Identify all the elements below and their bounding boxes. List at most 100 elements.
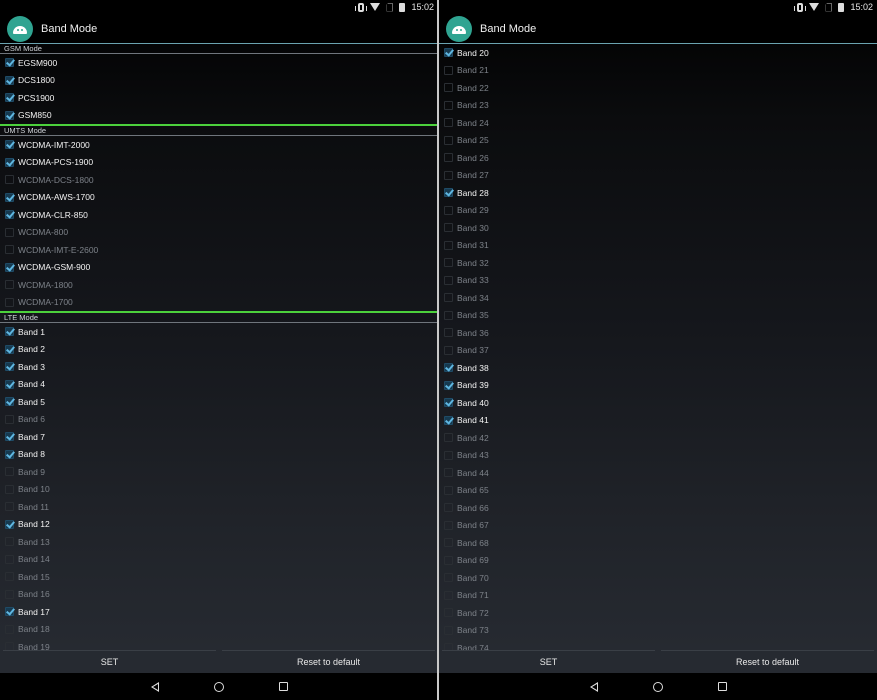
checkbox-unchecked-icon[interactable]: [444, 555, 453, 565]
band-checkbox-item[interactable]: Band 17: [0, 603, 438, 621]
checkbox-checked-icon[interactable]: [5, 449, 14, 459]
band-checkbox-item[interactable]: Band 69: [439, 552, 877, 570]
checkbox-unchecked-icon[interactable]: [444, 135, 453, 145]
recents-icon[interactable]: [278, 682, 288, 691]
checkbox-checked-icon[interactable]: [444, 363, 453, 373]
band-checkbox-item[interactable]: Band 35: [439, 307, 877, 325]
checkbox-unchecked-icon[interactable]: [5, 484, 14, 494]
band-checkbox-item[interactable]: GSM850: [0, 107, 438, 125]
checkbox-checked-icon[interactable]: [5, 110, 14, 120]
band-checkbox-item[interactable]: Band 43: [439, 447, 877, 465]
checkbox-checked-icon[interactable]: [5, 157, 14, 167]
band-checkbox-item[interactable]: Band 2: [0, 341, 438, 359]
band-checkbox-item[interactable]: WCDMA-800: [0, 224, 438, 242]
checkbox-checked-icon[interactable]: [444, 380, 453, 390]
band-checkbox-item[interactable]: Band 27: [439, 167, 877, 185]
band-checkbox-item[interactable]: Band 11: [0, 498, 438, 516]
checkbox-unchecked-icon[interactable]: [444, 100, 453, 110]
band-checkbox-item[interactable]: Band 42: [439, 429, 877, 447]
band-list[interactable]: GSM Mode EGSM900 DCS1800 PCS1900 GSM850 UMTS …: [0, 44, 438, 650]
band-checkbox-item[interactable]: Band 34: [439, 289, 877, 307]
checkbox-unchecked-icon[interactable]: [5, 554, 14, 564]
band-checkbox-item[interactable]: Band 7: [0, 428, 438, 446]
checkbox-unchecked-icon[interactable]: [444, 608, 453, 618]
home-icon[interactable]: [652, 681, 663, 692]
checkbox-unchecked-icon[interactable]: [444, 293, 453, 303]
checkbox-unchecked-icon[interactable]: [444, 520, 453, 530]
back-icon[interactable]: [589, 681, 598, 692]
checkbox-unchecked-icon[interactable]: [444, 118, 453, 128]
set-button[interactable]: SET: [3, 650, 216, 672]
band-checkbox-item[interactable]: WCDMA-PCS-1900: [0, 154, 438, 172]
band-checkbox-item[interactable]: WCDMA-CLR-850: [0, 206, 438, 224]
checkbox-unchecked-icon[interactable]: [444, 223, 453, 233]
reset-to-default-button[interactable]: Reset to default: [222, 650, 435, 672]
band-checkbox-item[interactable]: Band 10: [0, 481, 438, 499]
band-checkbox-item[interactable]: Band 33: [439, 272, 877, 290]
checkbox-unchecked-icon[interactable]: [444, 643, 453, 650]
checkbox-checked-icon[interactable]: [5, 344, 14, 354]
band-checkbox-item[interactable]: Band 73: [439, 622, 877, 640]
checkbox-unchecked-icon[interactable]: [5, 280, 14, 290]
band-checkbox-item[interactable]: Band 20: [439, 44, 877, 62]
checkbox-unchecked-icon[interactable]: [444, 485, 453, 495]
band-checkbox-item[interactable]: Band 13: [0, 533, 438, 551]
checkbox-unchecked-icon[interactable]: [444, 65, 453, 75]
band-checkbox-item[interactable]: Band 3: [0, 358, 438, 376]
band-checkbox-item[interactable]: Band 68: [439, 534, 877, 552]
checkbox-checked-icon[interactable]: [5, 140, 14, 150]
set-button[interactable]: SET: [442, 650, 655, 672]
checkbox-checked-icon[interactable]: [5, 397, 14, 407]
band-checkbox-item[interactable]: Band 74: [439, 639, 877, 650]
band-list[interactable]: Band 20 Band 21 Band 22 Band 23 Band 24 Band …: [439, 44, 877, 650]
checkbox-unchecked-icon[interactable]: [5, 297, 14, 307]
checkbox-unchecked-icon[interactable]: [444, 625, 453, 635]
band-checkbox-item[interactable]: Band 6: [0, 411, 438, 429]
checkbox-unchecked-icon[interactable]: [5, 245, 14, 255]
back-icon[interactable]: [150, 681, 159, 692]
band-checkbox-item[interactable]: WCDMA-1800: [0, 276, 438, 294]
checkbox-unchecked-icon[interactable]: [444, 450, 453, 460]
band-checkbox-item[interactable]: WCDMA-IMT-E-2600: [0, 241, 438, 259]
band-checkbox-item[interactable]: Band 31: [439, 237, 877, 255]
band-checkbox-item[interactable]: Band 1: [0, 323, 438, 341]
checkbox-checked-icon[interactable]: [5, 75, 14, 85]
band-checkbox-item[interactable]: Band 30: [439, 219, 877, 237]
checkbox-unchecked-icon[interactable]: [5, 502, 14, 512]
band-checkbox-item[interactable]: Band 22: [439, 79, 877, 97]
band-checkbox-item[interactable]: PCS1900: [0, 89, 438, 107]
checkbox-checked-icon[interactable]: [444, 415, 453, 425]
band-checkbox-item[interactable]: WCDMA-GSM-900: [0, 259, 438, 277]
band-checkbox-item[interactable]: Band 16: [0, 586, 438, 604]
band-checkbox-item[interactable]: Band 66: [439, 499, 877, 517]
checkbox-unchecked-icon[interactable]: [444, 205, 453, 215]
band-checkbox-item[interactable]: Band 5: [0, 393, 438, 411]
checkbox-unchecked-icon[interactable]: [5, 537, 14, 547]
checkbox-checked-icon[interactable]: [5, 432, 14, 442]
band-checkbox-item[interactable]: Band 23: [439, 97, 877, 115]
checkbox-unchecked-icon[interactable]: [444, 503, 453, 513]
checkbox-unchecked-icon[interactable]: [5, 175, 14, 185]
band-checkbox-item[interactable]: Band 24: [439, 114, 877, 132]
checkbox-unchecked-icon[interactable]: [444, 538, 453, 548]
checkbox-checked-icon[interactable]: [5, 362, 14, 372]
checkbox-checked-icon[interactable]: [5, 519, 14, 529]
checkbox-checked-icon[interactable]: [5, 262, 14, 272]
checkbox-checked-icon[interactable]: [5, 192, 14, 202]
band-checkbox-item[interactable]: DCS1800: [0, 72, 438, 90]
checkbox-unchecked-icon[interactable]: [444, 590, 453, 600]
checkbox-checked-icon[interactable]: [5, 607, 14, 617]
checkbox-unchecked-icon[interactable]: [5, 624, 14, 634]
band-checkbox-item[interactable]: Band 65: [439, 482, 877, 500]
band-checkbox-item[interactable]: Band 28: [439, 184, 877, 202]
band-checkbox-item[interactable]: Band 4: [0, 376, 438, 394]
band-checkbox-item[interactable]: Band 40: [439, 394, 877, 412]
band-checkbox-item[interactable]: Band 32: [439, 254, 877, 272]
band-checkbox-item[interactable]: Band 41: [439, 412, 877, 430]
checkbox-unchecked-icon[interactable]: [444, 573, 453, 583]
checkbox-unchecked-icon[interactable]: [5, 414, 14, 424]
recents-icon[interactable]: [717, 682, 727, 691]
band-checkbox-item[interactable]: Band 8: [0, 446, 438, 464]
checkbox-unchecked-icon[interactable]: [5, 589, 14, 599]
checkbox-unchecked-icon[interactable]: [444, 328, 453, 338]
